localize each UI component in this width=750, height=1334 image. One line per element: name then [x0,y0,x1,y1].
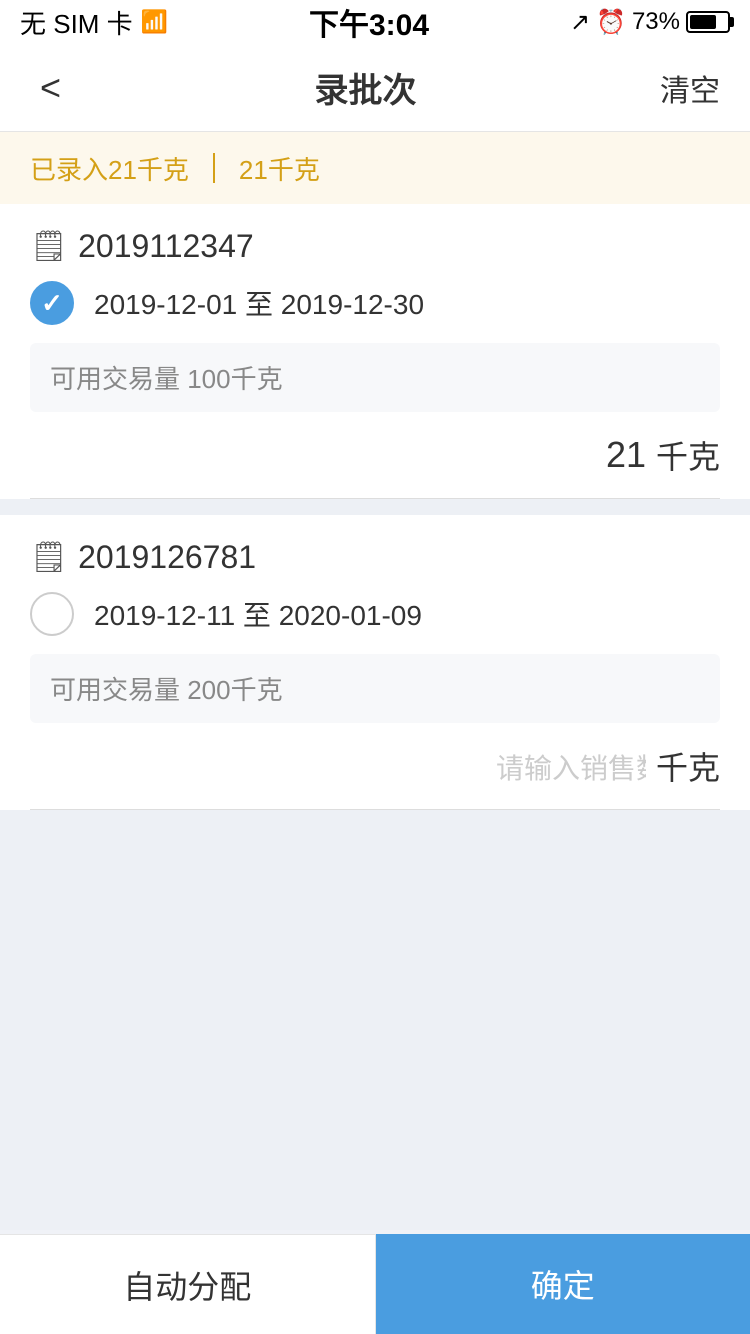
avail-qty-2: 可用交易量 200千克 [30,654,720,723]
info-banner: 已录入21千克 21千克 [0,132,750,204]
status-left: 无 SIM 卡 📶 [20,4,168,41]
back-button[interactable]: < [30,57,71,119]
date-range-1: 2019-12-01 至 2019-12-30 [94,283,424,323]
qty-unit-2: 千克 [656,743,720,789]
alarm-icon: ⏰ [596,8,626,37]
info-divider [213,153,215,183]
batch-number-2: 2019126781 [78,539,256,576]
batch-header-1: 🗒 2019112347 [0,204,750,273]
battery-fill [690,15,716,29]
info-label: 已录入21千克 [30,150,189,187]
status-bar: 无 SIM 卡 📶 下午3:04 ↗ ⏰ 73% [0,0,750,44]
batch-item-1: 🗒 2019112347 2019-12-01 至 2019-12-30 可用交… [0,204,750,499]
keyboard-area [0,810,750,1230]
date-row-2: 2019-12-11 至 2020-01-09 [0,584,750,644]
qty-unit-1: 千克 [656,432,720,478]
auto-distribute-button[interactable]: 自动分配 [0,1234,376,1334]
date-row-1: 2019-12-01 至 2019-12-30 [0,273,750,333]
doc-icon-1: 🗒 [30,229,68,264]
battery-percent: 73% [632,8,680,36]
qty-row-1: 千克 [0,412,750,498]
section-divider [0,499,750,515]
batch-number-1: 2019112347 [78,228,254,265]
nav-bar: < 录批次 清空 [0,44,750,132]
clear-button[interactable]: 清空 [660,66,720,110]
info-value: 21千克 [239,150,320,187]
avail-qty-1: 可用交易量 100千克 [30,343,720,412]
sim-label: 无 SIM 卡 [20,4,133,41]
battery-icon [686,11,730,33]
location-icon: ↗ [570,8,590,37]
batch-item-2: 🗒 2019126781 2019-12-11 至 2020-01-09 可用交… [0,515,750,810]
wifi-icon: 📶 [141,9,168,35]
bottom-bar: 自动分配 确定 [0,1234,750,1334]
status-time: 下午3:04 [309,0,429,44]
qty-row-2: 千克 [0,723,750,809]
radio-button-2[interactable] [30,592,74,636]
batch-header-2: 🗒 2019126781 [0,515,750,584]
radio-button-1[interactable] [30,281,74,325]
status-right: ↗ ⏰ 73% [570,8,730,37]
page-title: 录批次 [315,63,417,112]
qty-input-1[interactable] [496,434,646,476]
confirm-button[interactable]: 确定 [376,1234,750,1334]
date-range-2: 2019-12-11 至 2020-01-09 [94,594,422,634]
doc-icon-2: 🗒 [30,540,68,575]
qty-input-2[interactable] [496,745,646,787]
